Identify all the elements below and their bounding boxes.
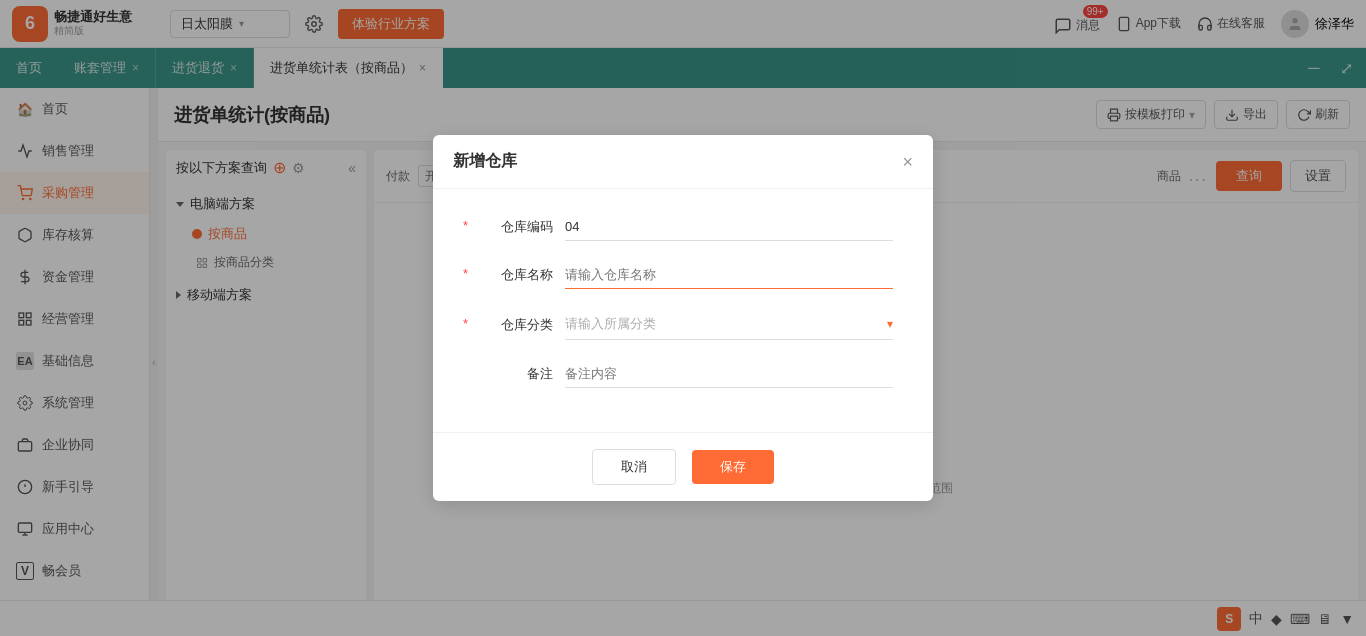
warehouse-code-row: 仓库编码 [473,213,893,241]
warehouse-name-input[interactable] [565,261,893,289]
warehouse-category-select[interactable]: 请输入所属分类 ▾ [565,309,893,340]
warehouse-category-row: 仓库分类 请输入所属分类 ▾ [473,309,893,340]
modal-close-button[interactable]: × [902,153,913,171]
warehouse-note-input[interactable] [565,360,893,388]
warehouse-category-placeholder: 请输入所属分类 [565,315,656,333]
warehouse-note-label: 备注 [473,365,553,383]
new-warehouse-modal: 新增仓库 × 仓库编码 仓库名称 仓库分类 请输入所属分类 ▾ [433,135,933,501]
modal-body: 仓库编码 仓库名称 仓库分类 请输入所属分类 ▾ 备注 [433,189,933,432]
save-button[interactable]: 保存 [692,450,774,484]
category-dropdown-icon: ▾ [887,317,893,331]
warehouse-note-row: 备注 [473,360,893,388]
modal-footer: 取消 保存 [433,432,933,501]
cancel-button[interactable]: 取消 [592,449,676,485]
warehouse-name-row: 仓库名称 [473,261,893,289]
modal-header: 新增仓库 × [433,135,933,189]
warehouse-code-input[interactable] [565,213,893,241]
modal-overlay[interactable]: 新增仓库 × 仓库编码 仓库名称 仓库分类 请输入所属分类 ▾ [0,0,1366,636]
warehouse-category-label: 仓库分类 [473,316,553,334]
warehouse-name-label: 仓库名称 [473,266,553,284]
modal-title: 新增仓库 [453,151,517,172]
warehouse-code-label: 仓库编码 [473,218,553,236]
